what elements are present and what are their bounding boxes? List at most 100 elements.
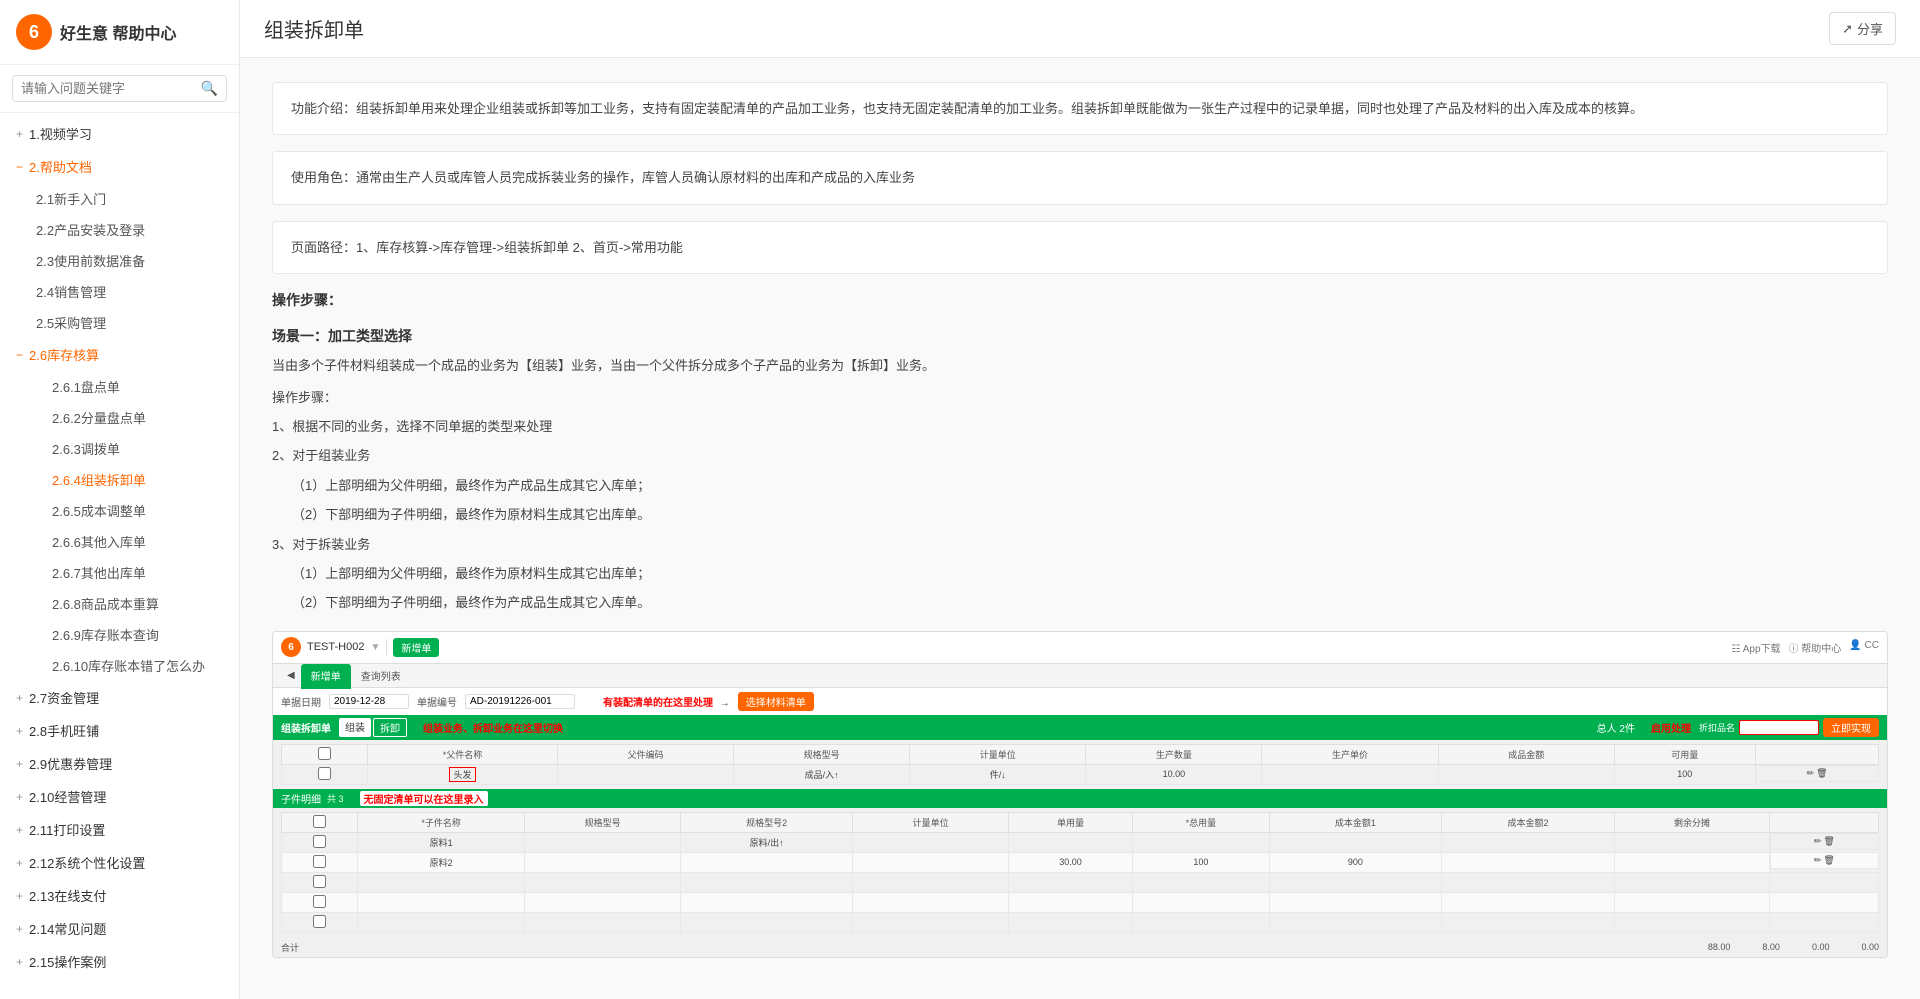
sidebar-item-label: 2.14常见问题	[29, 919, 106, 938]
sub-td-usage-2: 30.00	[1008, 852, 1132, 872]
sub-section-label: 子件明细	[281, 791, 321, 806]
collapse-icon: −	[16, 348, 23, 362]
mock-type-assembly[interactable]: 组装	[339, 718, 371, 737]
sub-th-spec2: 规格型号2	[680, 812, 853, 832]
mock-new-btn[interactable]: 新增单	[393, 638, 439, 657]
mock-footer-totals: 合计 88.00 8.00 0.00 0.00	[273, 937, 1887, 957]
sub-delete-icon-2[interactable]: 🗑	[1823, 855, 1834, 866]
expand-icon: +	[16, 922, 23, 936]
sidebar-item-docs-2610[interactable]: 2.6.10库存账本错了怎么办	[0, 650, 239, 681]
share-button[interactable]: ➚ 分享	[1829, 12, 1896, 45]
sub-td-op-1: ✏ 🗑	[1770, 833, 1878, 850]
sub-delete-icon-1[interactable]: 🗑	[1823, 836, 1834, 847]
sub-row-check-2[interactable]	[313, 855, 326, 868]
expand-icon: +	[16, 691, 23, 705]
sidebar-item-docs-28[interactable]: + 2.8手机旺铺	[0, 714, 239, 747]
th-checkbox	[282, 744, 368, 764]
sidebar-item-docs-266[interactable]: 2.6.6其他入库单	[0, 526, 239, 557]
select-all-checkbox[interactable]	[318, 747, 331, 760]
form-code-input[interactable]	[465, 694, 575, 709]
step-2: 2、对于组装业务	[272, 444, 1888, 467]
sub-td-remain-2	[1614, 852, 1769, 872]
mock-topbar: 6 TEST-H002 ▼ 新增单 ☷ App下载 ⓘ 帮助中心 👤 CC	[273, 632, 1887, 664]
sub-edit-icon-1[interactable]: ✏	[1814, 836, 1822, 847]
sidebar-item-label: 2.11打印设置	[29, 820, 105, 839]
sidebar-item-docs-213[interactable]: + 2.13在线支付	[0, 879, 239, 912]
sidebar-item-docs-23[interactable]: 2.3使用前数据准备	[0, 245, 239, 276]
step-2-1: （1）上部明细为父件明细，最终作为产成品生成其它入库单；	[272, 474, 1888, 497]
sub-edit-icon-2[interactable]: ✏	[1814, 855, 1822, 866]
form-date-input[interactable]	[329, 694, 409, 709]
mock-save-btn[interactable]: 立即实现	[1823, 718, 1879, 737]
sidebar-item-docs-27[interactable]: + 2.7资金管理	[0, 681, 239, 714]
sidebar-item-docs-29[interactable]: + 2.9优惠券管理	[0, 747, 239, 780]
sidebar-item-docs-267[interactable]: 2.6.7其他出库单	[0, 557, 239, 588]
sidebar-item-label: 2.6.1盘点单	[52, 377, 120, 396]
step-2-2: （2）下部明细为子件明细，最终作为原材料生成其它出库单。	[272, 503, 1888, 526]
sub-section-count: 共 3	[327, 792, 344, 805]
td-avail-val: 100	[1614, 764, 1755, 784]
search-input[interactable]	[21, 81, 201, 96]
mock-tab-new[interactable]: 新增单	[301, 664, 351, 689]
sub-td-op-2: ✏ 🗑	[1770, 852, 1878, 869]
logo-area: 6 好生意 帮助中心	[0, 0, 239, 65]
logo-title: 好生意 帮助中心	[60, 20, 176, 44]
sidebar-item-docs-265[interactable]: 2.6.5成本调整单	[0, 495, 239, 526]
delete-icon[interactable]: 🗑	[1816, 768, 1827, 779]
sub-th-check	[282, 812, 358, 832]
sidebar-item-video[interactable]: + 1.视频学习	[0, 117, 239, 150]
mock-discount-input[interactable]	[1739, 720, 1819, 735]
td-code	[557, 764, 733, 784]
sidebar-item-docs-263[interactable]: 2.6.3调拨单	[0, 433, 239, 464]
mock-tab-list[interactable]: 查询列表	[351, 664, 411, 689]
sub-td-unit-2	[853, 852, 1008, 872]
sub-select-all[interactable]	[313, 815, 326, 828]
sidebar-item-docs-210[interactable]: + 2.10经营管理	[0, 780, 239, 813]
sidebar-item-docs-214[interactable]: + 2.14常见问题	[0, 912, 239, 945]
row-checkbox[interactable]	[318, 767, 331, 780]
logo-icon: 6	[16, 14, 52, 50]
sidebar-item-docs-211[interactable]: + 2.11打印设置	[0, 813, 239, 846]
sub-th-total-usage: *总用量	[1133, 812, 1269, 832]
expand-icon: +	[16, 790, 23, 804]
sidebar-item-docs-268[interactable]: 2.6.8商品成本重算	[0, 588, 239, 619]
sidebar-item-docs-21[interactable]: 2.1新手入门	[0, 183, 239, 214]
sub-td-cost2-2	[1442, 852, 1615, 872]
mock-form-row: 单据日期 单据编号 有装配清单的在这里处理 → 选择材料清单	[273, 688, 1887, 715]
sidebar-item-docs-25[interactable]: 2.5采购管理	[0, 307, 239, 338]
path-block: 页面路径：1、库存核算->库存管理->组装拆卸单 2、首页->常用功能	[272, 221, 1888, 274]
sub-row-check-1[interactable]	[313, 835, 326, 848]
user-icon: 👤 CC	[1849, 640, 1879, 655]
collapse-icon: −	[16, 160, 23, 174]
sidebar-item-docs-26[interactable]: − 2.6库存核算	[0, 338, 239, 371]
sidebar-item-label: 2.8手机旺铺	[29, 721, 99, 740]
search-box: 🔍	[12, 75, 227, 102]
sidebar-item-docs-262[interactable]: 2.6.2分量盘点单	[0, 402, 239, 433]
sidebar-item-docs[interactable]: − 2.帮助文档	[0, 150, 239, 183]
td-name-value: 头发	[449, 767, 475, 782]
sub-td-cost1-2: 900	[1269, 852, 1442, 872]
sidebar-item-docs-22[interactable]: 2.2产品安装及登录	[0, 214, 239, 245]
mock-sub-section-bar: 子件明细 共 3 无固定清单可以在这里录入	[273, 789, 1887, 808]
steps-block: 操作步骤： 场景一：加工类型选择 当由多个子件材料组装成一个成品的业务为【组装】…	[272, 290, 1888, 615]
mock-config-btn[interactable]: 选择材料清单	[738, 692, 814, 711]
mock-type-disassembly[interactable]: 拆卸	[373, 718, 407, 737]
sub-th-unit: 计量单位	[853, 812, 1008, 832]
footer-val4: 0.00	[1861, 942, 1879, 952]
sidebar-item-docs-215[interactable]: + 2.15操作案例	[0, 945, 239, 978]
th-parent-code: 父件编码	[557, 744, 733, 764]
sidebar-item-docs-24[interactable]: 2.4销售管理	[0, 276, 239, 307]
description-text: 功能介绍：组装拆卸单用来处理企业组装或拆卸等加工业务，支持有固定装配清单的产品加…	[291, 101, 1643, 116]
sidebar-item-label: 2.5采购管理	[36, 313, 106, 332]
sidebar-item-docs-261[interactable]: 2.6.1盘点单	[0, 371, 239, 402]
sidebar-item-docs-264[interactable]: 2.6.4组装拆卸单	[0, 464, 239, 495]
sub-td-spec2-1: 原料/出↑	[680, 832, 853, 852]
sub-td-total-1	[1133, 832, 1269, 852]
sidebar-item-label: 2.6.5成本调整单	[52, 501, 146, 520]
sidebar-item-docs-212[interactable]: + 2.12系统个性化设置	[0, 846, 239, 879]
sidebar-item-docs-269[interactable]: 2.6.9库存账本查询	[0, 619, 239, 650]
edit-icon[interactable]: ✏	[1807, 768, 1815, 779]
sub-th-usage: 单用量	[1008, 812, 1132, 832]
search-icon[interactable]: 🔍	[201, 80, 218, 97]
sidebar-item-label: 2.6.9库存账本查询	[52, 625, 159, 644]
